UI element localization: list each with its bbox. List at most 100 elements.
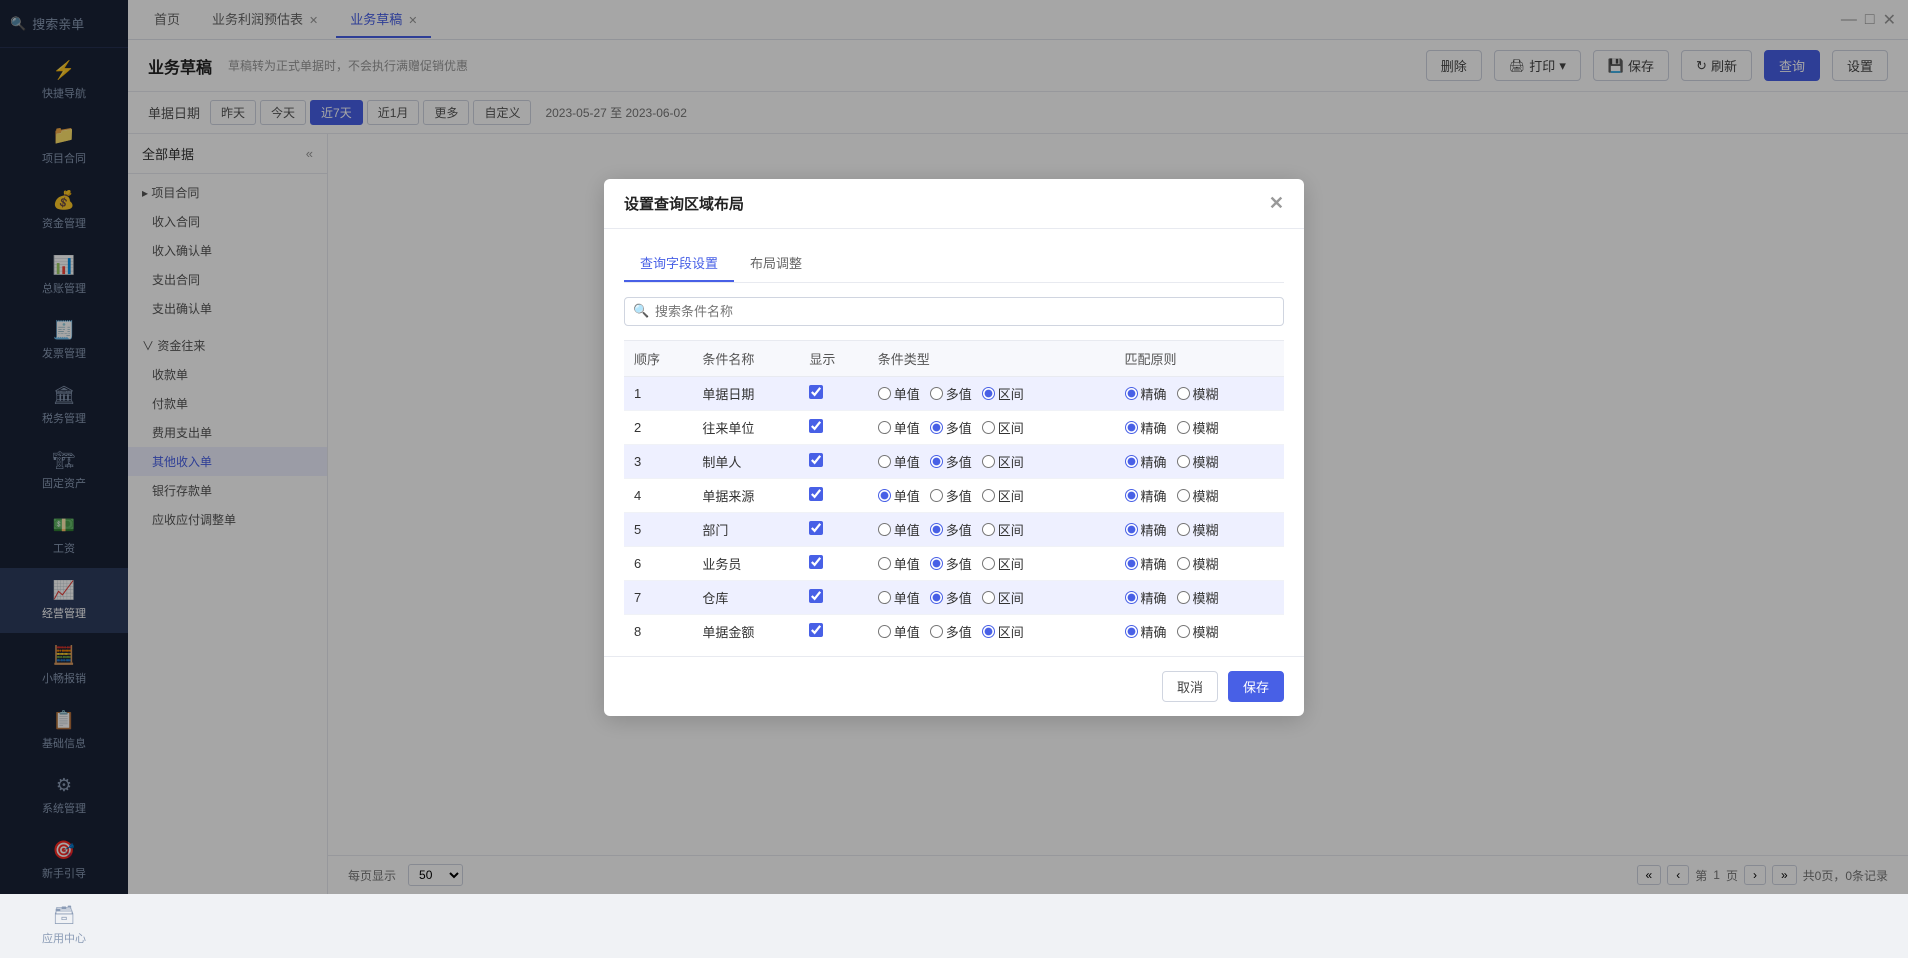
row-show-7[interactable] xyxy=(799,614,867,640)
dialog-th-条件类型: 条件类型 xyxy=(868,340,1115,376)
checkbox-show-3[interactable] xyxy=(809,487,823,501)
match-radio-2-精确[interactable]: 精确 xyxy=(1125,452,1167,471)
row-show-5[interactable] xyxy=(799,546,867,580)
type-radio-7-区间[interactable]: 区间 xyxy=(982,622,1024,640)
match-radio-3-精确[interactable]: 精确 xyxy=(1125,486,1167,505)
match-radio-5-精确[interactable]: 精确 xyxy=(1125,554,1167,573)
type-radio-3-区间[interactable]: 区间 xyxy=(982,486,1024,505)
dialog-tab-layout-settings[interactable]: 布局调整 xyxy=(734,245,818,282)
type-radio-2-区间[interactable]: 区间 xyxy=(982,452,1024,471)
row-match-0[interactable]: 精确模糊 xyxy=(1115,376,1284,410)
match-radio-0-模糊[interactable]: 模糊 xyxy=(1177,384,1219,403)
type-radio-4-区间[interactable]: 区间 xyxy=(982,520,1024,539)
dialog-close-button[interactable]: ✕ xyxy=(1269,193,1284,214)
match-radio-7-模糊[interactable]: 模糊 xyxy=(1177,622,1219,640)
type-radio-1-多值[interactable]: 多值 xyxy=(930,418,972,437)
checkbox-show-1[interactable] xyxy=(809,419,823,433)
type-radio-group-2: 单值多值区间 xyxy=(878,452,1105,471)
row-type-4[interactable]: 单值多值区间 xyxy=(868,512,1115,546)
dialog-th-匹配原则: 匹配原则 xyxy=(1115,340,1284,376)
match-radio-4-精确[interactable]: 精确 xyxy=(1125,520,1167,539)
type-radio-0-多值[interactable]: 多值 xyxy=(930,384,972,403)
sidebar-item-appstore[interactable]: 🗃应用中心 xyxy=(0,893,128,958)
type-radio-0-单值[interactable]: 单值 xyxy=(878,384,920,403)
type-radio-6-区间[interactable]: 区间 xyxy=(982,588,1024,607)
row-match-4[interactable]: 精确模糊 xyxy=(1115,512,1284,546)
match-radio-group-3: 精确模糊 xyxy=(1125,486,1274,505)
row-type-7[interactable]: 单值多值区间 xyxy=(868,614,1115,640)
appstore-icon: 🗃 xyxy=(53,905,76,926)
type-radio-7-多值[interactable]: 多值 xyxy=(930,622,972,640)
row-order-2: 3 xyxy=(624,444,692,478)
checkbox-show-6[interactable] xyxy=(809,589,823,603)
row-match-7[interactable]: 精确模糊 xyxy=(1115,614,1284,640)
row-show-1[interactable] xyxy=(799,410,867,444)
table-row: 2往来单位单值多值区间精确模糊 xyxy=(624,410,1284,444)
type-radio-1-区间[interactable]: 区间 xyxy=(982,418,1024,437)
type-radio-3-单值[interactable]: 单值 xyxy=(878,486,920,505)
type-radio-group-0: 单值多值区间 xyxy=(878,384,1105,403)
type-radio-7-单值[interactable]: 单值 xyxy=(878,622,920,640)
type-radio-group-1: 单值多值区间 xyxy=(878,418,1105,437)
dialog-cancel-button[interactable]: 取消 xyxy=(1162,671,1218,702)
dialog-th-顺序: 顺序 xyxy=(624,340,692,376)
type-radio-3-多值[interactable]: 多值 xyxy=(930,486,972,505)
match-radio-1-模糊[interactable]: 模糊 xyxy=(1177,418,1219,437)
dialog-search-input[interactable] xyxy=(624,297,1284,326)
checkbox-show-0[interactable] xyxy=(809,385,823,399)
row-match-6[interactable]: 精确模糊 xyxy=(1115,580,1284,614)
row-type-2[interactable]: 单值多值区间 xyxy=(868,444,1115,478)
match-radio-2-模糊[interactable]: 模糊 xyxy=(1177,452,1219,471)
table-row: 4单据来源单值多值区间精确模糊 xyxy=(624,478,1284,512)
row-type-3[interactable]: 单值多值区间 xyxy=(868,478,1115,512)
dialog-tab-field-settings[interactable]: 查询字段设置 xyxy=(624,245,734,282)
type-radio-group-6: 单值多值区间 xyxy=(878,588,1105,607)
match-radio-group-4: 精确模糊 xyxy=(1125,520,1274,539)
row-name-6: 仓库 xyxy=(692,580,799,614)
match-radio-0-精确[interactable]: 精确 xyxy=(1125,384,1167,403)
row-match-5[interactable]: 精确模糊 xyxy=(1115,546,1284,580)
match-radio-1-精确[interactable]: 精确 xyxy=(1125,418,1167,437)
row-type-1[interactable]: 单值多值区间 xyxy=(868,410,1115,444)
row-show-6[interactable] xyxy=(799,580,867,614)
type-radio-4-多值[interactable]: 多值 xyxy=(930,520,972,539)
type-radio-group-3: 单值多值区间 xyxy=(878,486,1105,505)
match-radio-6-模糊[interactable]: 模糊 xyxy=(1177,588,1219,607)
type-radio-0-区间[interactable]: 区间 xyxy=(982,384,1024,403)
match-radio-5-模糊[interactable]: 模糊 xyxy=(1177,554,1219,573)
match-radio-3-模糊[interactable]: 模糊 xyxy=(1177,486,1219,505)
match-radio-6-精确[interactable]: 精确 xyxy=(1125,588,1167,607)
row-show-3[interactable] xyxy=(799,478,867,512)
row-show-2[interactable] xyxy=(799,444,867,478)
row-show-4[interactable] xyxy=(799,512,867,546)
checkbox-show-4[interactable] xyxy=(809,521,823,535)
row-name-5: 业务员 xyxy=(692,546,799,580)
row-match-2[interactable]: 精确模糊 xyxy=(1115,444,1284,478)
match-radio-7-精确[interactable]: 精确 xyxy=(1125,622,1167,640)
type-radio-2-单值[interactable]: 单值 xyxy=(878,452,920,471)
type-radio-2-多值[interactable]: 多值 xyxy=(930,452,972,471)
match-radio-4-模糊[interactable]: 模糊 xyxy=(1177,520,1219,539)
row-order-0: 1 xyxy=(624,376,692,410)
type-radio-4-单值[interactable]: 单值 xyxy=(878,520,920,539)
dialog-overlay: 设置查询区域布局 ✕ 查询字段设置布局调整 🔍 顺序条件名称显示条件类型匹配原则… xyxy=(0,0,1908,894)
type-radio-6-单值[interactable]: 单值 xyxy=(878,588,920,607)
type-radio-5-区间[interactable]: 区间 xyxy=(982,554,1024,573)
row-type-0[interactable]: 单值多值区间 xyxy=(868,376,1115,410)
type-radio-6-多值[interactable]: 多值 xyxy=(930,588,972,607)
type-radio-5-单值[interactable]: 单值 xyxy=(878,554,920,573)
dialog-save-button[interactable]: 保存 xyxy=(1228,671,1284,702)
checkbox-show-5[interactable] xyxy=(809,555,823,569)
match-radio-group-6: 精确模糊 xyxy=(1125,588,1274,607)
row-show-0[interactable] xyxy=(799,376,867,410)
checkbox-show-7[interactable] xyxy=(809,623,823,637)
type-radio-5-多值[interactable]: 多值 xyxy=(930,554,972,573)
dialog-table: 顺序条件名称显示条件类型匹配原则 1单据日期单值多值区间精确模糊2往来单位单值多… xyxy=(624,340,1284,640)
type-radio-1-单值[interactable]: 单值 xyxy=(878,418,920,437)
row-match-1[interactable]: 精确模糊 xyxy=(1115,410,1284,444)
checkbox-show-2[interactable] xyxy=(809,453,823,467)
table-row: 6业务员单值多值区间精确模糊 xyxy=(624,546,1284,580)
row-type-5[interactable]: 单值多值区间 xyxy=(868,546,1115,580)
row-match-3[interactable]: 精确模糊 xyxy=(1115,478,1284,512)
row-type-6[interactable]: 单值多值区间 xyxy=(868,580,1115,614)
